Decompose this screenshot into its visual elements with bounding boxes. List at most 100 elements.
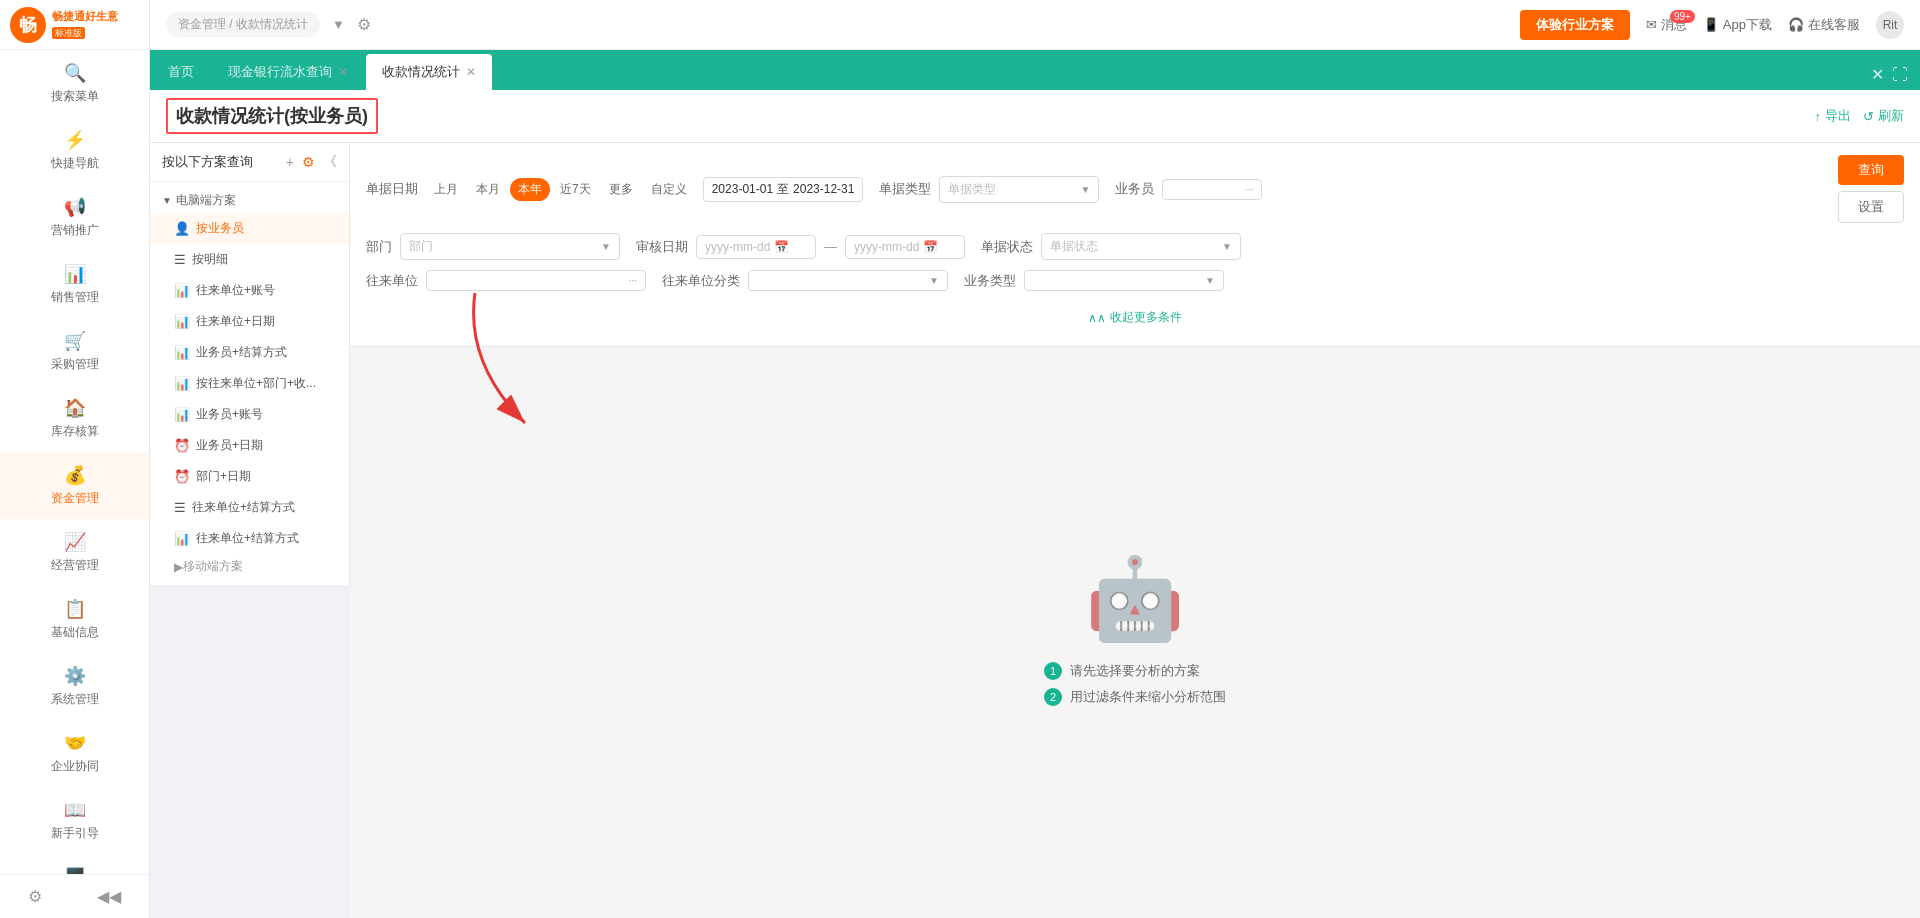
sidebar-item-guide[interactable]: 📖 新手引导 (0, 787, 149, 854)
salesperson-label: 业务员 (1115, 180, 1154, 198)
tree-section: ▼ 电脑端方案 👤 按业务员 ☰ 按明细 (150, 182, 349, 585)
sidebar-item-label: 营销推广 (51, 222, 99, 239)
doc-status-select[interactable]: 单据状态 ▼ (1041, 233, 1241, 260)
filter-row-1: 单据日期 上月 本月 本年 近7天 更多 自定义 (366, 155, 1904, 223)
date-tab-7days[interactable]: 近7天 (552, 178, 599, 201)
refresh-button[interactable]: ↺ 刷新 (1863, 107, 1904, 125)
tab-expand-icon[interactable]: ⛶ (1892, 66, 1908, 90)
app-download-btn[interactable]: 📱 App下载 (1703, 16, 1772, 34)
tree-item-salesperson-account[interactable]: 📊 业务员+账号 (150, 399, 349, 430)
tree-item-label: 按业务员 (196, 220, 244, 237)
salesperson-select[interactable]: ··· (1162, 179, 1262, 200)
online-service-btn[interactable]: 🎧 在线客服 (1788, 16, 1860, 34)
panel-collapse-icon[interactable]: 《 (323, 153, 337, 171)
tree-item-label: 按往来单位+部门+收... (196, 375, 316, 392)
marketing-icon: 📢 (64, 196, 86, 218)
date-tab-more[interactable]: 更多 (601, 178, 641, 201)
sidebar-item-hardware[interactable]: 🖥️ 智能硬件 (0, 854, 149, 874)
dept-select[interactable]: 部门 ▼ (400, 233, 620, 260)
date-tab-custom[interactable]: 自定义 (643, 178, 695, 201)
export-button[interactable]: ↑ 导出 (1815, 107, 1852, 125)
tree-item-partner-payment1[interactable]: ☰ 往来单位+结算方式 (150, 492, 349, 523)
tree-item-dept-date[interactable]: ⏰ 部门+日期 (150, 461, 349, 492)
tree-item-by-detail[interactable]: ☰ 按明细 (150, 244, 349, 275)
sidebar-item-label: 库存核算 (51, 423, 99, 440)
date-range-display[interactable]: 2023-01-01 至 2023-12-31 (703, 177, 864, 202)
message-button[interactable]: ✉ 消息 99+ (1646, 16, 1687, 34)
collection-stats-tab-close[interactable]: ✕ (466, 65, 476, 79)
set-button[interactable]: 设置 (1838, 191, 1904, 223)
doc-type-label: 单据类型 (879, 180, 931, 198)
guide-icon: 📖 (64, 799, 86, 821)
panel-title: 按以下方案查询 (162, 153, 253, 171)
filter-item-doc-status: 单据状态 单据状态 ▼ (981, 233, 1241, 260)
user-avatar[interactable]: Rit (1876, 11, 1904, 39)
mobile-group-label: 移动端方案 (183, 558, 243, 575)
tree-item-by-salesperson[interactable]: 👤 按业务员 (150, 213, 349, 244)
sidebar-item-finance[interactable]: 💰 资金管理 (0, 452, 149, 519)
panel-settings-icon[interactable]: ⚙ (302, 154, 315, 170)
sidebar-item-search[interactable]: 🔍 搜索菜单 (0, 50, 149, 117)
desktop-group[interactable]: ▼ 电脑端方案 (150, 188, 349, 213)
tree-item-label: 业务员+账号 (196, 406, 263, 423)
breadcrumb-dropdown-icon[interactable]: ▼ (332, 17, 345, 32)
empty-robot-icon: 🤖 (1085, 552, 1185, 646)
tree-item-partner-date[interactable]: 📊 往来单位+日期 (150, 306, 349, 337)
topbar-settings-icon[interactable]: ⚙ (357, 15, 371, 34)
empty-illustration: 🤖 1 请先选择要分析的方案 2 用过滤条件来缩小分析范围 (1044, 552, 1226, 714)
sidebar-item-system[interactable]: ⚙️ 系统管理 (0, 653, 149, 720)
doc-status-label: 单据状态 (981, 238, 1033, 256)
counterparty-select[interactable]: ··· (426, 270, 646, 291)
refresh-icon: ↺ (1863, 109, 1874, 124)
business-type-select[interactable]: ▼ (1024, 270, 1224, 291)
date-tab-this-month[interactable]: 本月 (468, 178, 508, 201)
dept-dropdown-icon: ▼ (601, 241, 611, 252)
purchase-icon: 🛒 (64, 330, 86, 352)
sidebar-footer: ⚙ ◀◀ (0, 874, 149, 918)
date-quick-tabs: 上月 本月 本年 近7天 更多 自定义 (426, 178, 695, 201)
date-tab-last-month[interactable]: 上月 (426, 178, 466, 201)
tree-item-salesperson-date[interactable]: ⏰ 业务员+日期 (150, 430, 349, 461)
table3-icon: 📊 (174, 376, 190, 391)
sidebar-item-base[interactable]: 📋 基础信息 (0, 586, 149, 653)
sidebar-item-label: 资金管理 (51, 490, 99, 507)
mobile-group[interactable]: ▶ 移动端方案 (150, 554, 349, 579)
tree-item-salesperson-payment[interactable]: 📊 业务员+结算方式 (150, 337, 349, 368)
panel-add-icon[interactable]: + (286, 154, 294, 170)
date-tab-this-year[interactable]: 本年 (510, 178, 550, 201)
breadcrumb: 资金管理 / 收款情况统计 (166, 12, 320, 37)
sidebar-item-operations[interactable]: 📈 经营管理 (0, 519, 149, 586)
sidebar-item-warehouse[interactable]: 🏠 库存核算 (0, 385, 149, 452)
counterparty-category-select[interactable]: ▼ (748, 270, 948, 291)
sidebar-item-quick-nav[interactable]: ⚡ 快捷导航 (0, 117, 149, 184)
sidebar-item-label: 基础信息 (51, 624, 99, 641)
step1-text: 请先选择要分析的方案 (1070, 662, 1200, 680)
filter-area: 单据日期 上月 本月 本年 近7天 更多 自定义 (350, 143, 1920, 347)
sidebar-item-sales[interactable]: 📊 销售管理 (0, 251, 149, 318)
tab-home[interactable]: 首页 (152, 54, 210, 90)
counterparty-label: 往来单位 (366, 272, 418, 290)
tab-bank-flow[interactable]: 现金银行流水查询 ✕ (212, 54, 364, 90)
sidebar-item-purchase[interactable]: 🛒 采购管理 (0, 318, 149, 385)
logo-text: 畅捷通好生意 (52, 9, 118, 24)
page-title: 收款情况统计(按业务员) (166, 98, 378, 134)
review-date-start[interactable]: yyyy-mm-dd 📅 (696, 235, 816, 259)
query-button[interactable]: 查询 (1838, 155, 1904, 185)
tree-item-partner-account[interactable]: 📊 往来单位+账号 (150, 275, 349, 306)
tree-item-partner-dept-collect[interactable]: 📊 按往来单位+部门+收... (150, 368, 349, 399)
step2-num: 2 (1044, 688, 1062, 706)
export-label: 导出 (1825, 107, 1851, 125)
sidebar-collapse-btn[interactable]: ◀◀ (97, 887, 121, 906)
tab-bar-right: ✕ ⛶ (1871, 65, 1920, 90)
tab-collection-stats[interactable]: 收款情况统计 ✕ (366, 54, 492, 90)
trial-button[interactable]: 体验行业方案 (1520, 10, 1630, 40)
tab-close-all-icon[interactable]: ✕ (1871, 65, 1884, 90)
sidebar-settings-btn[interactable]: ⚙ (28, 887, 42, 906)
bank-flow-tab-close[interactable]: ✕ (338, 65, 348, 79)
sidebar-item-enterprise[interactable]: 🤝 企业协同 (0, 720, 149, 787)
doc-type-select[interactable]: 单据类型 ▼ (939, 176, 1099, 203)
collapse-button[interactable]: ∧∧ 收起更多条件 (366, 301, 1904, 334)
review-date-end[interactable]: yyyy-mm-dd 📅 (845, 235, 965, 259)
sidebar-item-marketing[interactable]: 📢 营销推广 (0, 184, 149, 251)
tree-item-partner-payment2[interactable]: 📊 往来单位+结算方式 (150, 523, 349, 554)
